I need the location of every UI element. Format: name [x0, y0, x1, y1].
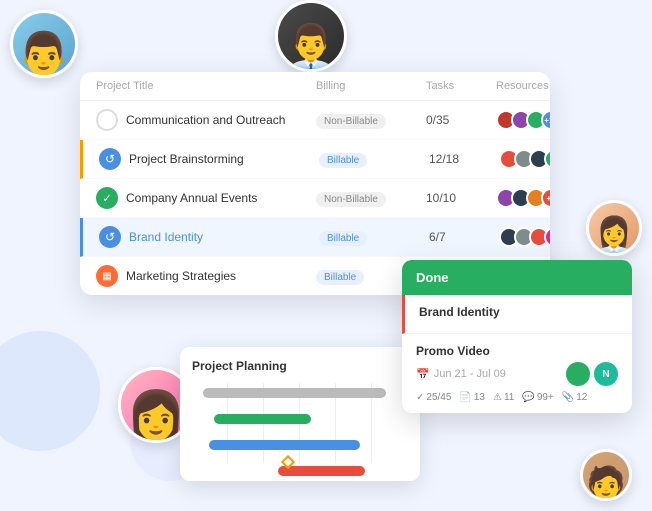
avatar-top-left: 👨 [10, 10, 78, 78]
stat-tasks: ✓ 25/45 [416, 392, 451, 403]
done-panel: Done Brand Identity Promo Video 📅 Jun 21… [402, 260, 632, 413]
billing-cell: Billable [319, 228, 429, 246]
gantt-bar-row [192, 435, 408, 455]
done-item-title: Brand Identity [419, 305, 618, 319]
stat-attachments: 📎 12 [562, 392, 588, 403]
row-icon-blue: ↺ [99, 148, 121, 170]
gantt-bar-row [192, 461, 408, 481]
avatars-group: +4 [496, 188, 550, 208]
doc-icon: 📄 [459, 392, 471, 403]
done-item-stats: ✓ 25/45 📄 13 ⚠ 11 💬 99+ 📎 12 [416, 392, 618, 403]
gantt-grid [192, 383, 408, 469]
tasks-text: 6/7 [429, 230, 499, 244]
billing-badge: Billable [316, 270, 364, 285]
col-tasks: Tasks [426, 80, 496, 92]
date-range: Jun 21 - Jul 09 [434, 368, 506, 380]
done-item-date: 📅 Jun 21 - Jul 09 N [416, 362, 618, 386]
stat-value: 13 [474, 392, 485, 403]
billing-badge: Billable [319, 231, 367, 246]
row-title-text: Communication and Outreach [126, 113, 285, 127]
done-header: Done [402, 260, 632, 295]
gantt-bar-red [278, 466, 364, 476]
calendar-icon: 📅 [416, 368, 430, 381]
table-row-brand-identity[interactable]: ↺ Brand Identity Billable 6/7 +9 [80, 218, 550, 257]
done-avatars: N [566, 362, 618, 386]
billing-cell: Non-Billable [316, 111, 426, 129]
billing-badge: Non-Billable [316, 114, 386, 129]
row-icon-empty [96, 109, 118, 131]
chat-icon: 💬 [522, 392, 534, 403]
avatars-group: +5 [499, 149, 550, 169]
gantt-bar-gray [203, 388, 387, 398]
billing-cell: Billable [319, 150, 429, 168]
row-title-text: Project Brainstorming [129, 152, 244, 166]
col-billing: Billing [316, 80, 426, 92]
stat-warnings: ⚠ 11 [493, 392, 514, 403]
done-item-promo[interactable]: Promo Video 📅 Jun 21 - Jul 09 N ✓ 25/45 … [402, 334, 632, 413]
tasks-text: 0/35 [426, 113, 496, 127]
stat-docs: 📄 13 [459, 392, 485, 403]
avatar-right: 👩‍💼 [586, 200, 642, 256]
col-project: Project Title [96, 80, 316, 92]
tasks-text: 10/10 [426, 191, 496, 205]
table-header: Project Title Billing Tasks Resources [80, 72, 550, 101]
avatars-group: +9 [499, 227, 550, 247]
row-title-text: Company Annual Events [126, 191, 257, 205]
tasks-text: 12/18 [429, 152, 499, 166]
gantt-title: Project Planning [192, 359, 408, 373]
row-title: ▦ Marketing Strategies [96, 265, 316, 287]
gantt-card: Project Planning [180, 347, 420, 481]
table-row[interactable]: Communication and Outreach Non-Billable … [80, 101, 550, 140]
row-title: ↺ Brand Identity [99, 226, 319, 248]
billing-badge: Billable [319, 153, 367, 168]
stat-value: 11 [504, 392, 514, 403]
stat-value: 99+ [537, 392, 554, 403]
avatars-group: +12 [496, 110, 550, 130]
gantt-bar-row [192, 383, 408, 403]
row-title-text: Marketing Strategies [126, 269, 236, 283]
row-icon-orange: ▦ [96, 265, 118, 287]
table-row[interactable]: ✓ Company Annual Events Non-Billable 10/… [80, 179, 550, 218]
done-item-title: Promo Video [416, 344, 618, 358]
decorative-circle-1 [0, 331, 100, 451]
row-title: ✓ Company Annual Events [96, 187, 316, 209]
warning-icon: ⚠ [493, 392, 502, 403]
done-avatar-teal: N [594, 362, 618, 386]
check-icon: ✓ [416, 392, 424, 403]
gantt-bar-row [192, 409, 408, 429]
row-title: Communication and Outreach [96, 109, 316, 131]
row-icon-green: ✓ [96, 187, 118, 209]
gantt-bars [192, 383, 408, 487]
row-title-text: Brand Identity [129, 230, 203, 244]
billing-badge: Non-Billable [316, 192, 386, 207]
done-avatar-green [566, 362, 590, 386]
avatar-top-center: 👨‍💼 [275, 0, 347, 72]
clip-icon: 📎 [562, 392, 574, 403]
gantt-bar-blue [209, 440, 360, 450]
col-resources: Resources [496, 80, 550, 92]
table-row[interactable]: ↺ Project Brainstorming Billable 12/18 +… [80, 140, 550, 179]
stat-value: 12 [576, 392, 587, 403]
row-icon-blue: ↺ [99, 226, 121, 248]
avatar-bottom-right: 🧑 [580, 449, 632, 501]
stat-value: 25/45 [426, 392, 451, 403]
gantt-bar-green [214, 414, 311, 424]
stat-comments: 💬 99+ [522, 392, 553, 403]
billing-cell: Non-Billable [316, 189, 426, 207]
done-item-brand[interactable]: Brand Identity [402, 295, 632, 334]
row-title: ↺ Project Brainstorming [99, 148, 319, 170]
